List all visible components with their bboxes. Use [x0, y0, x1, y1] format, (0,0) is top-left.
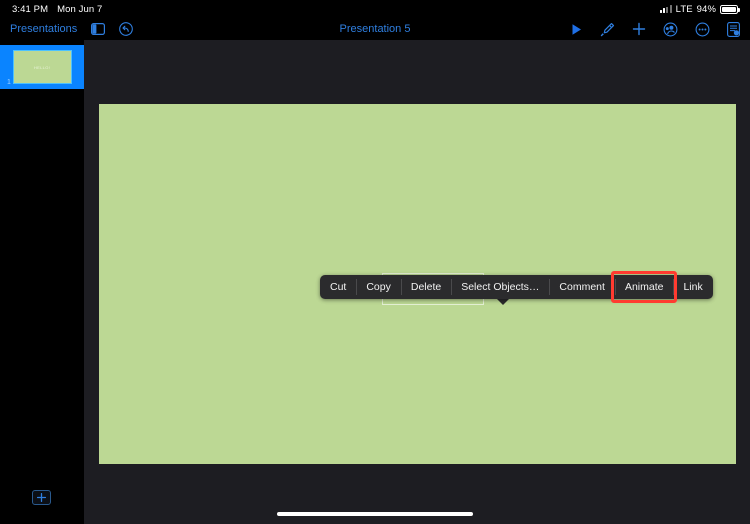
status-network: LTE [675, 3, 693, 15]
plus-icon [36, 492, 47, 503]
status-bar-left: 3:41 PM Mon Jun 7 [12, 4, 102, 15]
context-menu-item-animate[interactable]: Animate [614, 275, 674, 299]
status-time: 3:41 PM [12, 3, 49, 15]
context-menu-arrow [496, 298, 510, 305]
document-options-icon[interactable] [727, 21, 740, 37]
slide-number: 1 [7, 79, 11, 86]
more-icon[interactable] [695, 22, 710, 37]
back-to-presentations-button[interactable]: Presentations [10, 23, 77, 35]
sidebar-toggle-icon[interactable] [91, 23, 106, 35]
cellular-signal-icon [660, 5, 672, 13]
context-menu: Cut Copy Delete Select Objects… Comment … [320, 275, 713, 299]
context-menu-item-comment[interactable]: Comment [549, 275, 615, 299]
toolbar-left-group: Presentations [10, 22, 134, 36]
format-brush-icon[interactable] [600, 22, 615, 37]
play-icon[interactable] [570, 23, 583, 36]
slide-canvas-area[interactable]: HELLO! Cut Copy Delete Select Objects… C… [84, 40, 750, 524]
context-menu-item-delete[interactable]: Delete [400, 275, 451, 299]
toolbar-right-group [570, 21, 740, 37]
slide-navigator-sidebar: HELLO! 1 [0, 40, 84, 524]
context-menu-item-link[interactable]: Link [673, 275, 712, 299]
status-bar-right: LTE 94% [660, 3, 740, 15]
context-menu-item-copy[interactable]: Copy [356, 275, 401, 299]
presentation-title: Presentation 5 [339, 23, 411, 35]
top-toolbar: Presentations Presentation 5 [0, 18, 750, 40]
status-bar: 3:41 PM Mon Jun 7 LTE 94% [0, 0, 750, 18]
ipad-keynote-screen: 3:41 PM Mon Jun 7 LTE 94% Presentations [0, 0, 750, 524]
slide-thumbnail-preview: HELLO! [12, 50, 72, 84]
context-menu-item-select-objects[interactable]: Select Objects… [451, 275, 549, 299]
add-icon[interactable] [632, 22, 646, 36]
collaborate-icon[interactable] [663, 22, 678, 37]
slide-thumbnail-text: HELLO! [33, 64, 51, 70]
battery-icon [720, 4, 740, 14]
undo-icon[interactable] [119, 22, 134, 36]
context-menu-item-cut[interactable]: Cut [320, 275, 356, 299]
status-date: Mon Jun 7 [57, 3, 103, 15]
slide-thumbnail-1[interactable]: HELLO! 1 [0, 45, 84, 89]
add-slide-button[interactable] [32, 490, 51, 505]
home-indicator [277, 512, 473, 516]
status-battery-percent: 94% [696, 3, 716, 15]
